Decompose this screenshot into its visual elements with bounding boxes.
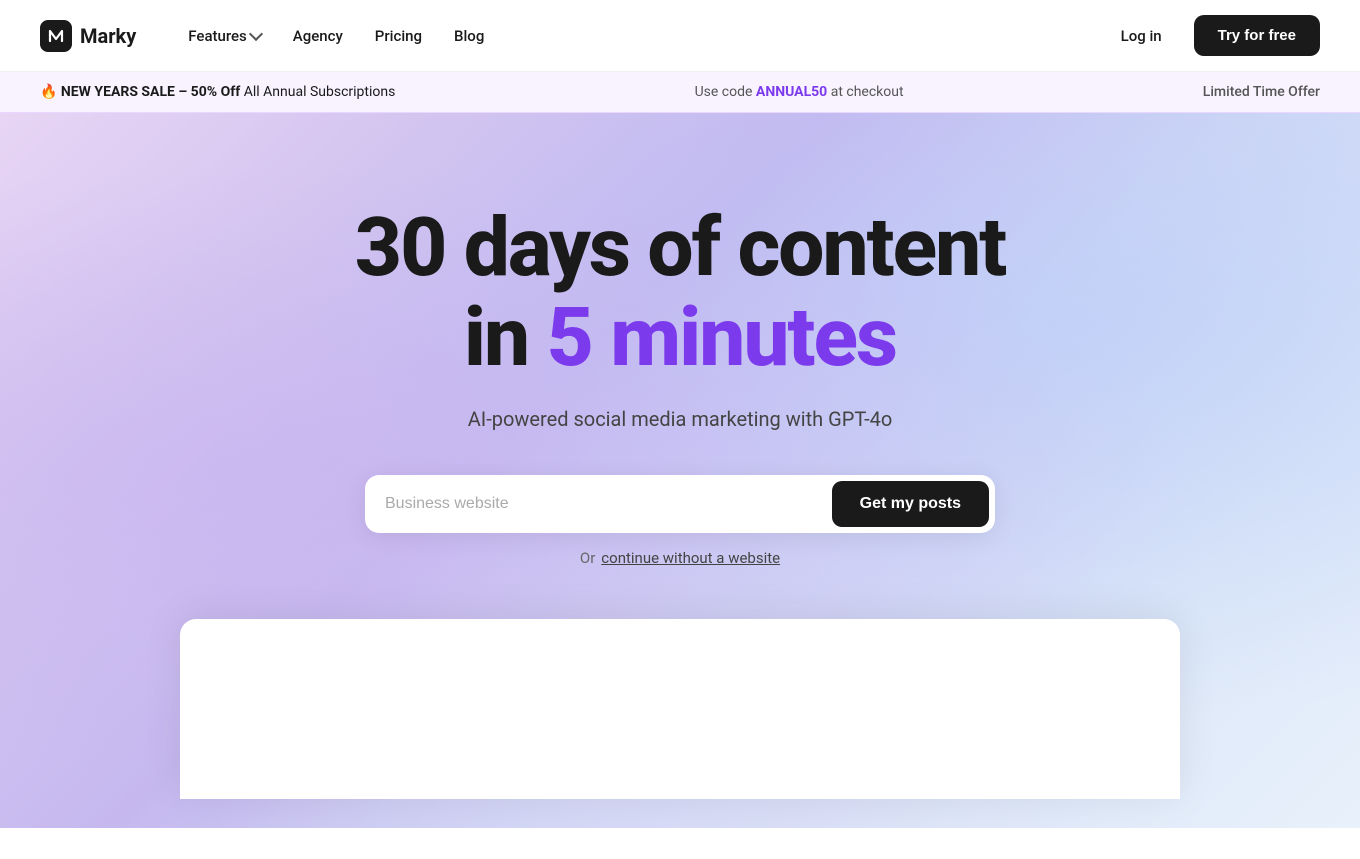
nav-right: Log in Try for free: [1105, 15, 1320, 56]
promo-right: Limited Time Offer: [1203, 84, 1320, 100]
business-website-input[interactable]: [385, 483, 832, 525]
sale-text: NEW YEARS SALE – 50% Off: [61, 84, 240, 100]
get-posts-button[interactable]: Get my posts: [832, 481, 989, 527]
preview-box: [180, 619, 1180, 799]
hero-form: Get my posts: [365, 475, 995, 533]
sale-subtitle: All Annual Subscriptions: [244, 84, 396, 100]
login-button[interactable]: Log in: [1105, 19, 1178, 53]
promo-code: ANNUAL50: [756, 84, 827, 100]
headline-line2-prefix: in: [464, 290, 547, 386]
navbar: Marky Features Agency Pricing Blog Log i…: [0, 0, 1360, 72]
hero-subtext: AI-powered social media marketing with G…: [250, 407, 1110, 431]
fire-emoji: 🔥: [40, 84, 57, 100]
promo-banner: 🔥 NEW YEARS SALE – 50% Off All Annual Su…: [0, 72, 1360, 113]
logo-name: Marky: [80, 24, 136, 48]
headline-highlight: 5 minutes: [547, 290, 896, 386]
nav-agency[interactable]: Agency: [281, 19, 355, 53]
nav-links: Features Agency Pricing Blog: [176, 19, 496, 53]
features-chevron-icon: [249, 27, 263, 41]
promo-center: Use code ANNUAL50 at checkout: [695, 84, 904, 100]
nav-left: Marky Features Agency Pricing Blog: [40, 19, 496, 53]
logo-icon: [40, 20, 72, 52]
promo-left: 🔥 NEW YEARS SALE – 50% Off All Annual Su…: [40, 84, 395, 100]
hero-section: 30 days of content in 5 minutes AI-power…: [0, 113, 1360, 828]
hero-or: Or continue without a website: [250, 549, 1110, 567]
nav-pricing[interactable]: Pricing: [363, 19, 434, 53]
try-for-free-button[interactable]: Try for free: [1194, 15, 1320, 56]
nav-features[interactable]: Features: [176, 19, 272, 53]
nav-blog[interactable]: Blog: [442, 19, 496, 53]
headline-line1: 30 days of content: [355, 200, 1005, 296]
logo[interactable]: Marky: [40, 20, 136, 52]
skip-website-link[interactable]: continue without a website: [601, 549, 780, 567]
hero-content: 30 days of content in 5 minutes AI-power…: [230, 203, 1130, 567]
hero-headline: 30 days of content in 5 minutes: [250, 203, 1110, 383]
preview-container: [175, 619, 1185, 799]
